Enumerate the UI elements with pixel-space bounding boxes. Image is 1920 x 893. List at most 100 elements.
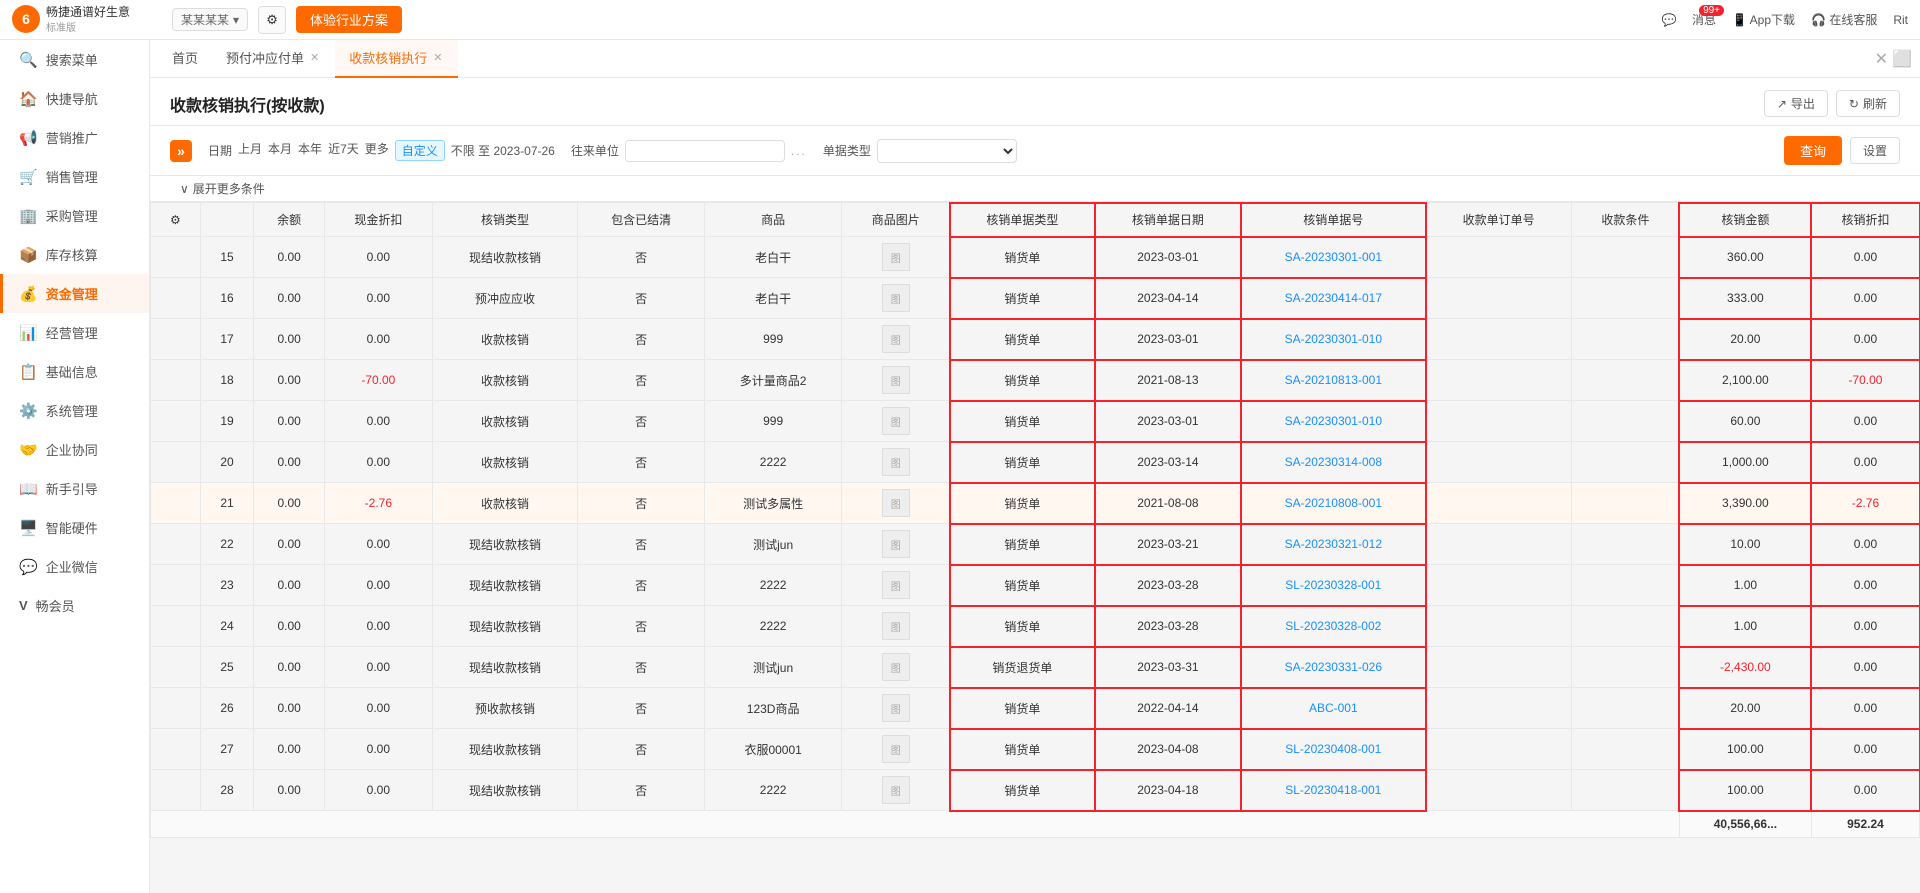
sidebar-label-hardware: 智能硬件: [46, 518, 98, 537]
sidebar-item-wechat[interactable]: 💬 企业微信: [0, 547, 149, 586]
book-icon: 📖: [19, 480, 38, 498]
table-row: 220.000.00现结收款核销否测试jun图销货单2023-03-21SA-2…: [151, 524, 1920, 565]
tab-prepay[interactable]: 预付冲应付单 ✕: [212, 40, 335, 78]
tab-receipt-verify-label: 收款核销执行: [349, 48, 427, 67]
tabs-bar: 首页 预付冲应付单 ✕ 收款核销执行 ✕ ✕ ⬜: [150, 40, 1920, 78]
sidebar-item-guide[interactable]: 📖 新手引导: [0, 469, 149, 508]
header-actions: ↗ 导出 ↻ 刷新: [1764, 90, 1900, 117]
sidebar-item-enterprise[interactable]: 🤝 企业协同: [0, 430, 149, 469]
verify-doc-no-link[interactable]: SA-20210808-001: [1285, 496, 1382, 510]
verify-doc-no-link[interactable]: SL-20230408-001: [1285, 742, 1381, 756]
tab-receipt-verify-close[interactable]: ✕: [431, 49, 444, 66]
settings-icon[interactable]: ⚙: [258, 6, 286, 34]
sidebar-label-wechat: 企业微信: [46, 557, 98, 576]
chevron-down-icon: ∨: [180, 182, 189, 196]
verify-doc-no-link[interactable]: SA-20210813-001: [1285, 373, 1382, 387]
tab-home-label: 首页: [172, 48, 198, 67]
sidebar-item-inventory[interactable]: 📦 库存核算: [0, 235, 149, 274]
page-header: 收款核销执行(按收款) ↗ 导出 ↻ 刷新: [150, 78, 1920, 126]
date-more[interactable]: 更多: [365, 140, 389, 161]
online-service-btn[interactable]: 🎧 在线客服: [1811, 11, 1877, 28]
table-row: 180.00-70.00收款核销否多计量商品2图销货单2021-08-13SA-…: [151, 360, 1920, 401]
sidebar-item-quick-nav[interactable]: 🏠 快捷导航: [0, 79, 149, 118]
tab-receipt-verify[interactable]: 收款核销执行 ✕: [335, 40, 458, 78]
table-row: 160.000.00预冲应应收否老白干图销货单2023-04-14SA-2023…: [151, 278, 1920, 319]
sidebar-item-purchase[interactable]: 🏢 采购管理: [0, 196, 149, 235]
sidebar-item-basic[interactable]: 📋 基础信息: [0, 352, 149, 391]
verify-doc-no-link[interactable]: SA-20230321-012: [1285, 537, 1382, 551]
download-icon: 📱: [1732, 13, 1747, 27]
app-logo-icon: 6: [12, 5, 40, 33]
filter-settings-btn[interactable]: 设置: [1850, 137, 1900, 164]
verify-doc-no-link[interactable]: SA-20230331-026: [1285, 660, 1382, 674]
company-selector[interactable]: 某某某某 ▾: [172, 8, 248, 31]
sidebar-item-system[interactable]: ⚙️ 系统管理: [0, 391, 149, 430]
sidebar-label-inventory: 库存核算: [46, 245, 98, 264]
user-menu[interactable]: Rit: [1893, 13, 1908, 27]
main-content: 首页 预付冲应付单 ✕ 收款核销执行 ✕ ✕ ⬜ 收款核销执行(按收款): [150, 40, 1920, 893]
th-seq: [200, 203, 254, 237]
app-download-btn[interactable]: 📱 App下载: [1732, 11, 1795, 28]
verify-doc-no-link[interactable]: SA-20230301-010: [1285, 414, 1382, 428]
user-name: Rit: [1893, 13, 1908, 27]
refresh-btn[interactable]: ↻ 刷新: [1836, 90, 1900, 117]
search-icon: 🔍: [19, 51, 38, 69]
expand-icon[interactable]: ⬜: [1892, 49, 1912, 69]
verify-doc-no-link[interactable]: SA-20230414-017: [1285, 291, 1382, 305]
tab-prepay-label: 预付冲应付单: [226, 48, 304, 67]
sidebar-item-finance[interactable]: 💰 资金管理: [0, 274, 149, 313]
sidebar-item-hardware[interactable]: 🖥️ 智能硬件: [0, 508, 149, 547]
th-include-settled: 包含已结清: [578, 203, 705, 237]
page-content: 收款核销执行(按收款) ↗ 导出 ↻ 刷新 » 日期: [150, 78, 1920, 893]
date-custom[interactable]: 自定义: [395, 140, 445, 161]
verify-doc-no-link[interactable]: ABC-001: [1309, 701, 1358, 715]
filter-bar: » 日期 上月 本月 本年 近7天 更多 自定义 不限 至 2023-07-26: [150, 126, 1920, 176]
th-verify-amount: 核销金额: [1679, 203, 1811, 237]
verify-doc-no-link[interactable]: SL-20230328-001: [1285, 578, 1381, 592]
sidebar-item-member[interactable]: V 畅会员: [0, 586, 149, 625]
tab-home[interactable]: 首页: [158, 40, 212, 78]
partner-label: 往来单位: [571, 142, 619, 159]
sidebar: 🔍 搜索菜单 🏠 快捷导航 📢 营销推广 🛒 销售管理 🏢 采购管理 📦 库存核…: [0, 40, 150, 893]
voucher-type-filter-group: 单据类型: [823, 139, 1017, 163]
sidebar-item-search[interactable]: 🔍 搜索菜单: [0, 40, 149, 79]
messages-badge: 99+: [1699, 5, 1724, 16]
date-last-month[interactable]: 上月: [238, 140, 262, 161]
top-center: 某某某某 ▾ ⚙ 体验行业方案: [172, 6, 1652, 34]
expand-more-btn[interactable]: ∨ 展开更多条件: [170, 176, 1900, 201]
verify-doc-no-link[interactable]: SL-20230328-002: [1285, 619, 1381, 633]
company-name: 某某某某: [181, 11, 229, 28]
query-btn[interactable]: 查询: [1784, 136, 1842, 165]
table-row: 230.000.00现结收款核销否2222图销货单2023-03-28SL-20…: [151, 565, 1920, 606]
date-this-month[interactable]: 本月: [268, 140, 292, 161]
export-btn[interactable]: ↗ 导出: [1764, 90, 1828, 117]
verify-doc-no-link[interactable]: SA-20230301-001: [1285, 250, 1382, 264]
table-row: 270.000.00现结收款核销否衣服00001图销货单2023-04-08SL…: [151, 729, 1920, 770]
th-settings[interactable]: ⚙: [151, 203, 201, 237]
sidebar-label-search: 搜索菜单: [46, 50, 98, 69]
close-window-icon[interactable]: ✕: [1875, 49, 1888, 69]
trial-btn[interactable]: 体验行业方案: [296, 6, 402, 33]
tab-prepay-close[interactable]: ✕: [308, 49, 321, 66]
partner-input[interactable]: [625, 140, 785, 162]
sidebar-item-operations[interactable]: 📊 经营管理: [0, 313, 149, 352]
date-this-year[interactable]: 本年: [298, 140, 322, 161]
filter-toggle-btn[interactable]: »: [170, 140, 192, 162]
th-receipt-condition: 收款条件: [1571, 203, 1679, 237]
verify-doc-no-link[interactable]: SA-20230314-008: [1285, 455, 1382, 469]
voucher-type-select[interactable]: [877, 139, 1017, 163]
sidebar-item-marketing[interactable]: 📢 营销推广: [0, 118, 149, 157]
th-cash-discount: 现金折扣: [324, 203, 432, 237]
verify-doc-no-link[interactable]: SA-20230301-010: [1285, 332, 1382, 346]
messages-btn[interactable]: 💬 99+ 消息: [1662, 11, 1716, 28]
table-footer-row: 40,556,66... 952.24: [151, 811, 1920, 838]
date-last-7[interactable]: 近7天: [328, 140, 359, 161]
table-row: 200.000.00收款核销否2222图销货单2023-03-14SA-2023…: [151, 442, 1920, 483]
voucher-type-label: 单据类型: [823, 142, 871, 159]
verify-doc-no-link[interactable]: SL-20230418-001: [1285, 783, 1381, 797]
sidebar-label-operations: 经营管理: [46, 323, 98, 342]
table-row: 170.000.00收款核销否999图销货单2023-03-01SA-20230…: [151, 319, 1920, 360]
table-row: 210.00-2.76收款核销否测试多属性图销货单2021-08-08SA-20…: [151, 483, 1920, 524]
sidebar-item-sales[interactable]: 🛒 销售管理: [0, 157, 149, 196]
date-range-links: 上月 本月 本年 近7天 更多 自定义: [238, 140, 445, 161]
